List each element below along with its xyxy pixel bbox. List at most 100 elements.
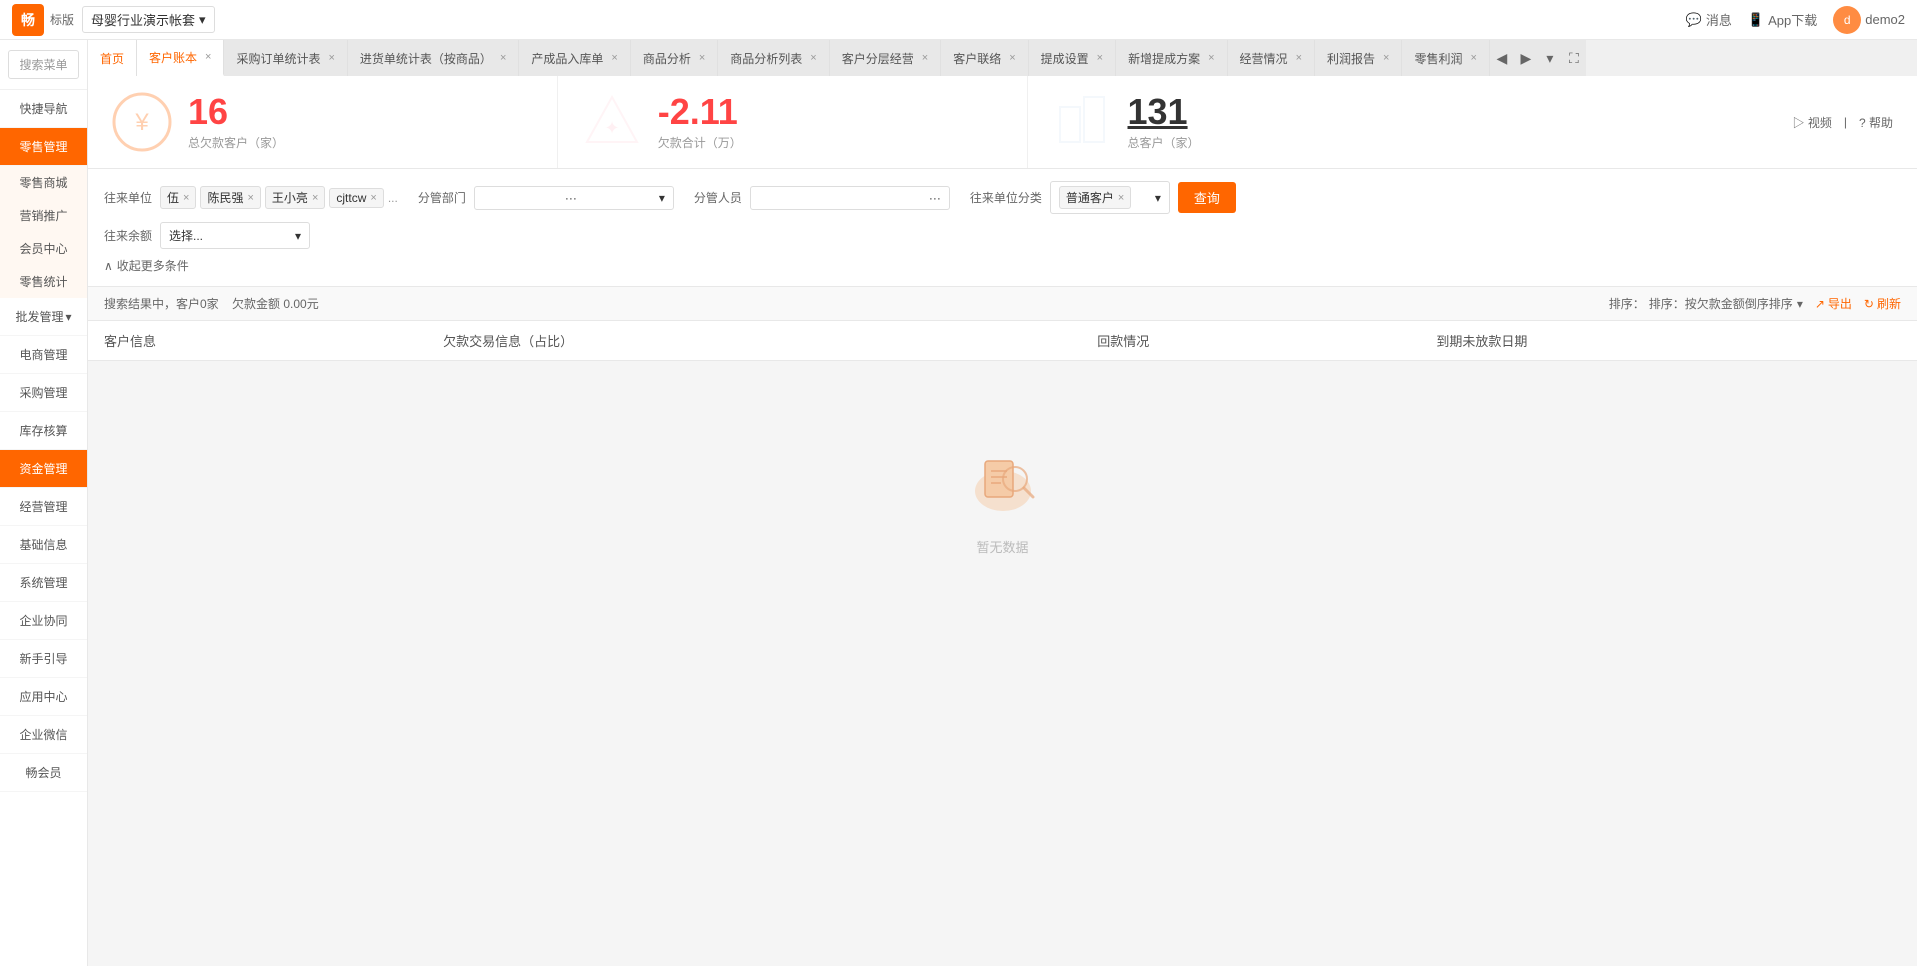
filter-tag-wang: 王小亮 ×: [265, 186, 325, 209]
filter-area: 往来单位 伍 × 陈民强 × 王小亮 ×: [88, 169, 1917, 287]
results-bar: 搜索结果中，客户0家 欠款金额 0.00元 排序： 排序：按欠款金额倒序排序 ▾…: [88, 287, 1917, 321]
collapse-btn[interactable]: ∧ 收起更多条件: [104, 257, 1901, 274]
wholesale-label: 批发管理: [15, 308, 63, 325]
messages-btn[interactable]: 💬 消息: [1686, 10, 1732, 29]
help-link[interactable]: ? 帮助: [1859, 114, 1893, 131]
question-icon: ?: [1859, 116, 1866, 130]
sidebar-item-purchase[interactable]: 采购管理: [0, 374, 87, 412]
sidebar-item-inventory[interactable]: 库存核算: [0, 412, 87, 450]
results-text: 搜索结果中，客户0家: [104, 297, 219, 311]
remove-tag-wu[interactable]: ×: [183, 192, 189, 204]
tab-import-stats[interactable]: 进货单统计表（按商品） ×: [348, 40, 519, 76]
tab-close-import-stats[interactable]: ×: [500, 52, 506, 64]
user-profile[interactable]: d demo2: [1833, 6, 1905, 34]
sidebar-item-retail-mall[interactable]: 零售商城: [0, 166, 87, 199]
debt-customers-value: 16: [188, 94, 284, 130]
tab-close-new-tips-plan[interactable]: ×: [1208, 52, 1214, 64]
sidebar-item-wholesale-mgmt[interactable]: 批发管理 ▾: [0, 298, 87, 336]
tab-product-analysis[interactable]: 商品分析 ×: [631, 40, 718, 76]
app-download-btn[interactable]: 📱 App下载: [1748, 10, 1817, 29]
tab-customer-segment[interactable]: 客户分层经营 ×: [830, 40, 941, 76]
tab-close-customer-contact[interactable]: ×: [1009, 52, 1015, 64]
tab-fullscreen-btn[interactable]: ⛶: [1562, 40, 1586, 76]
store-selector[interactable]: 母婴行业演示帐套 ▾: [82, 6, 215, 33]
total-customers-icon: [1052, 92, 1112, 152]
export-btn[interactable]: ↗ 导出: [1815, 295, 1852, 312]
sidebar-item-member[interactable]: 会员中心: [0, 232, 87, 265]
sort-value: 排序：按欠款金额倒序排序: [1649, 295, 1793, 312]
remove-tag-wang[interactable]: ×: [312, 192, 318, 204]
tab-close-product-instock[interactable]: ×: [611, 52, 617, 64]
tab-close-retail-profit[interactable]: ×: [1470, 52, 1476, 64]
sort-label: 排序：: [1609, 295, 1645, 312]
tab-menu-btn[interactable]: ▾: [1538, 40, 1562, 76]
remove-tag-normal-customer[interactable]: ×: [1118, 192, 1124, 204]
debt-customers-label: 总欠款客户（家）: [188, 134, 284, 151]
tab-product-instock[interactable]: 产成品入库单 ×: [519, 40, 630, 76]
video-link[interactable]: ▷ 视频: [1792, 114, 1831, 131]
sidebar-item-retail-mgmt[interactable]: 零售管理: [0, 128, 87, 166]
tab-new-tips-plan[interactable]: 新增提成方案 ×: [1116, 40, 1227, 76]
results-summary: 搜索结果中，客户0家 欠款金额 0.00元: [104, 295, 319, 312]
col-customer-info: 客户信息: [88, 321, 427, 361]
tab-close-product-analysis-list[interactable]: ×: [810, 52, 816, 64]
remove-tag-chen[interactable]: ×: [247, 192, 253, 204]
page-content: ¥ 16 总欠款客户（家） ✦ -2.11 欠款合计（万）: [88, 76, 1917, 966]
empty-icon: [963, 441, 1043, 521]
tab-close-purchase-order[interactable]: ×: [328, 52, 334, 64]
sort-select[interactable]: 排序： 排序：按欠款金额倒序排序 ▾: [1609, 295, 1803, 312]
dept-select[interactable]: ··· ▾: [474, 186, 674, 210]
tab-purchase-order-stats[interactable]: 采购订单统计表 ×: [224, 40, 347, 76]
person-select[interactable]: ···: [750, 186, 950, 210]
tab-close-profit-report[interactable]: ×: [1383, 52, 1389, 64]
filter-more-tags[interactable]: ...: [388, 191, 398, 205]
data-table: 客户信息 欠款交易信息（占比） 回款情况 到期未放款日期: [88, 321, 1917, 361]
col-debt-info: 欠款交易信息（占比）: [427, 321, 1081, 361]
play-icon: ▷: [1792, 116, 1804, 130]
sidebar-item-vip-member[interactable]: 畅会员: [0, 754, 87, 792]
remove-tag-cjttcw[interactable]: ×: [370, 192, 376, 204]
amount-select[interactable]: 选择... ▾: [160, 222, 310, 249]
tab-home[interactable]: 首页: [88, 40, 137, 76]
tab-retail-profit[interactable]: 零售利润 ×: [1402, 40, 1489, 76]
sidebar-item-app-center[interactable]: 应用中心: [0, 678, 87, 716]
sidebar-item-ecommerce[interactable]: 电商管理: [0, 336, 87, 374]
tab-close-customer-ledger[interactable]: ×: [205, 51, 211, 63]
user-name: demo2: [1865, 12, 1905, 27]
refresh-btn[interactable]: ↻ 刷新: [1864, 295, 1901, 312]
logo-text: 标版: [50, 11, 74, 28]
tab-close-tips-settings[interactable]: ×: [1097, 52, 1103, 64]
sidebar-item-basic-info[interactable]: 基础信息: [0, 526, 87, 564]
sidebar-item-quick-nav[interactable]: 快捷导航: [0, 90, 87, 128]
tab-customer-ledger[interactable]: 客户账本 ×: [137, 40, 224, 76]
tab-close-product-analysis[interactable]: ×: [699, 52, 705, 64]
sidebar-item-retail-stats[interactable]: 零售统计: [0, 265, 87, 298]
svg-text:✦: ✦: [604, 118, 619, 138]
query-button[interactable]: 查询: [1178, 182, 1236, 213]
tab-tips-settings[interactable]: 提成设置 ×: [1029, 40, 1116, 76]
chevron-down-icon: ▾: [65, 310, 71, 324]
search-menu-btn[interactable]: 搜索菜单: [8, 50, 79, 79]
tab-business-status[interactable]: 经营情况 ×: [1228, 40, 1315, 76]
tab-scroll-left[interactable]: ◀: [1490, 40, 1514, 76]
tab-close-customer-segment[interactable]: ×: [922, 52, 928, 64]
store-name: 母婴行业演示帐套: [91, 10, 195, 29]
tab-customer-contact[interactable]: 客户联络 ×: [941, 40, 1028, 76]
col-repayment: 回款情况: [1081, 321, 1420, 361]
sidebar-item-enterprise-collab[interactable]: 企业协同: [0, 602, 87, 640]
sidebar-item-marketing[interactable]: 营销推广: [0, 199, 87, 232]
unit-class-select[interactable]: 普通客户 × ▾: [1050, 181, 1170, 214]
tab-close-business-status[interactable]: ×: [1296, 52, 1302, 64]
sidebar-item-sys-mgmt[interactable]: 系统管理: [0, 564, 87, 602]
messages-label: 消息: [1706, 10, 1732, 29]
sidebar-item-finance[interactable]: 资金管理: [0, 450, 87, 488]
table-header-row: 客户信息 欠款交易信息（占比） 回款情况 到期未放款日期: [88, 321, 1917, 361]
tab-product-analysis-list[interactable]: 商品分析列表 ×: [718, 40, 829, 76]
tab-scroll-right[interactable]: ▶: [1514, 40, 1538, 76]
sidebar-item-new-guide[interactable]: 新手引导: [0, 640, 87, 678]
sidebar-item-enterprise-wechat[interactable]: 企业微信: [0, 716, 87, 754]
logo-area: 畅 标版: [12, 4, 74, 36]
results-right: 排序： 排序：按欠款金额倒序排序 ▾ ↗ 导出 ↻ 刷新: [1609, 295, 1901, 312]
sidebar-item-operations[interactable]: 经营管理: [0, 488, 87, 526]
tab-profit-report[interactable]: 利润报告 ×: [1315, 40, 1402, 76]
